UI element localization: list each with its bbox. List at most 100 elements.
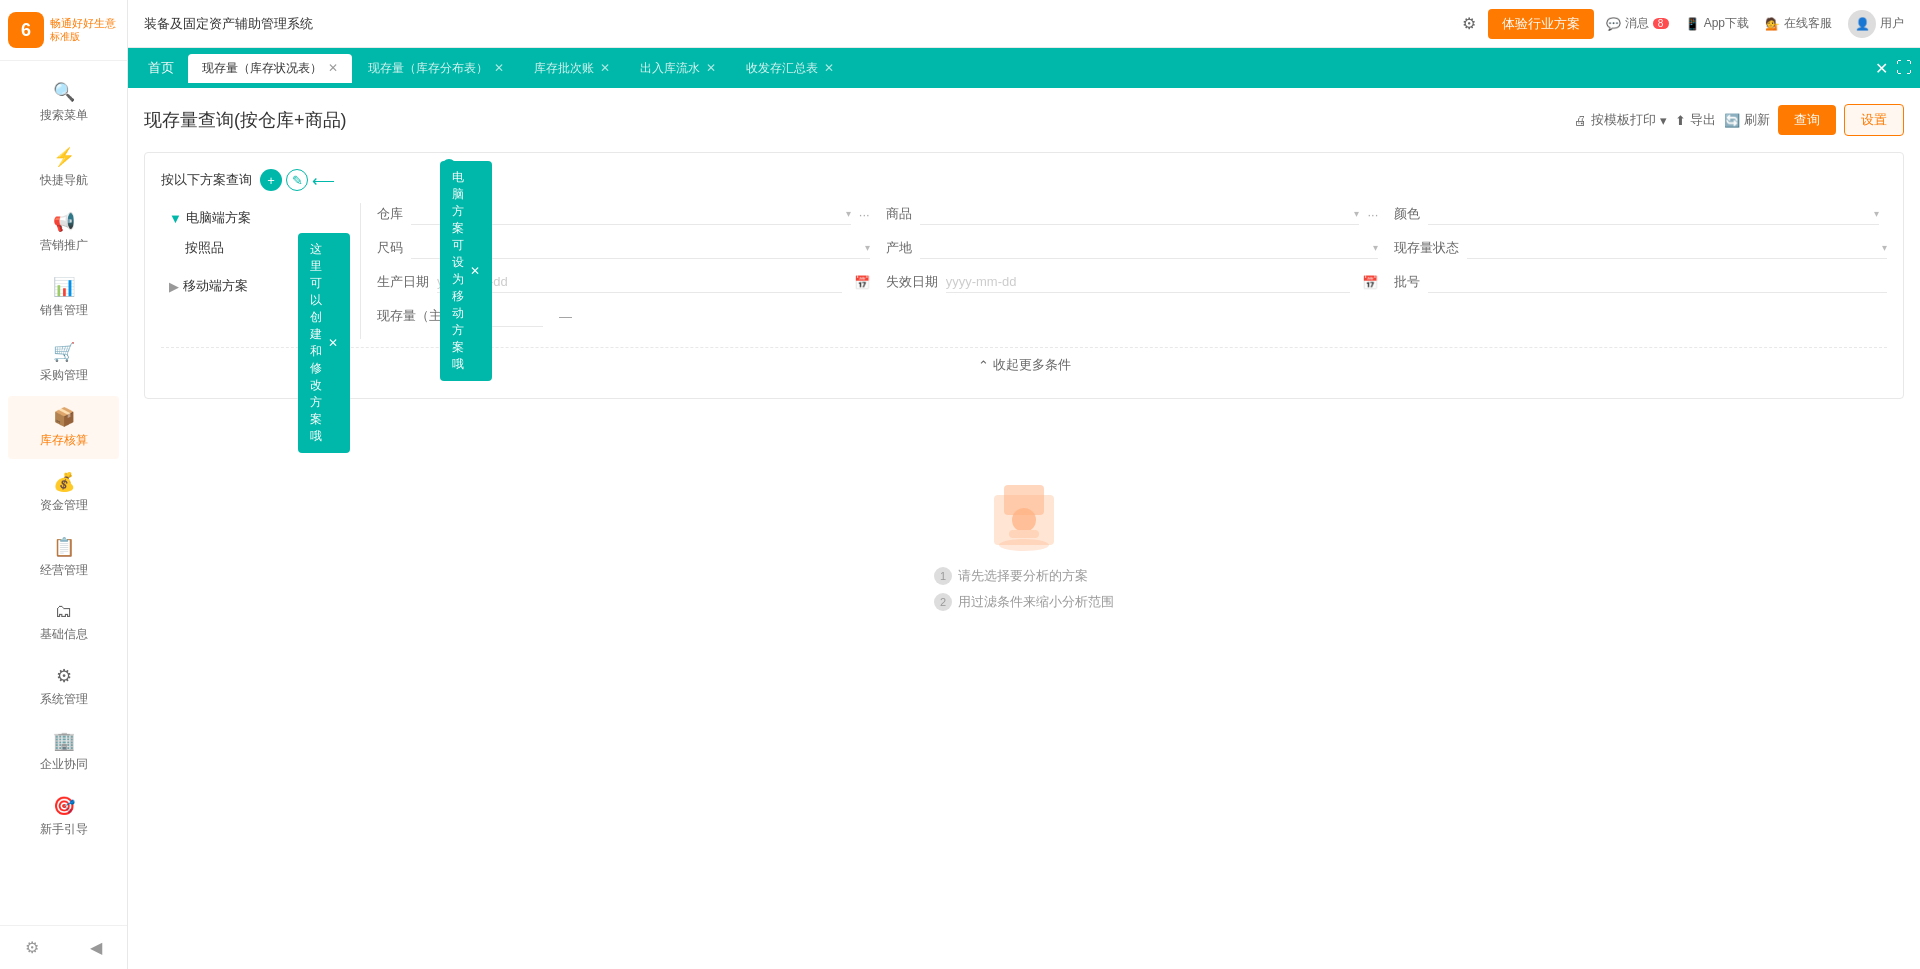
export-button[interactable]: ⬆ 导出 [1675,111,1716,129]
edit-scheme-button[interactable]: ✎ [286,169,308,191]
svg-point-2 [1012,508,1036,532]
sidebar-item-operation[interactable]: 📋 经营管理 [8,526,119,589]
more-icon[interactable]: ··· [1367,207,1378,222]
tab-close-icon[interactable]: ✕ [706,61,716,75]
produce-date-input-wrap [437,271,842,293]
sidebar: 6 畅通好好生意 标准版 🔍 搜索菜单 ⚡ 快捷导航 📢 营销推广 📊 销售管理… [0,0,128,969]
user-label: 用户 [1880,15,1904,32]
sidebar-item-label: 系统管理 [40,691,88,708]
svg-point-4 [999,539,1049,551]
marketing-icon: 📢 [53,211,75,233]
batch-input[interactable] [1428,274,1887,289]
goods-select-wrap [920,203,1360,225]
sidebar-item-finance[interactable]: 💰 资金管理 [8,461,119,524]
tab-close-icon[interactable]: ✕ [600,61,610,75]
tab-label: 收发存汇总表 [746,60,818,77]
stock-status-label: 现存量状态 [1394,239,1459,257]
batch-input-wrap [1428,271,1887,293]
sidebar-item-label: 新手引导 [40,821,88,838]
bottom-settings-icon[interactable]: ⚙ [25,938,39,957]
tab-close-icon[interactable]: ✕ [328,61,338,75]
message-badge: 8 [1653,18,1669,29]
sidebar-item-marketing[interactable]: 📢 营销推广 [8,201,119,264]
trial-button[interactable]: 体验行业方案 [1488,9,1594,39]
tab-close-icon[interactable]: ✕ [494,61,504,75]
calendar-icon[interactable]: 📅 [854,275,870,290]
online-support-button[interactable]: 💁 在线客服 [1765,15,1832,32]
expire-date-input[interactable] [946,274,1351,289]
page-title-bar: 现存量查询(按仓库+商品) 🖨 按模板打印 ▾ ⬆ 导出 🔄 刷新 查询 设置 [144,104,1904,136]
search-icon: 🔍 [53,81,75,103]
sidebar-item-label: 销售管理 [40,302,88,319]
scheme-sub-label: 按照品 [185,239,224,257]
settings-button[interactable]: 设置 [1844,104,1904,136]
sidebar-item-system[interactable]: ⚙ 系统管理 [8,655,119,718]
produce-date-input[interactable] [437,274,842,289]
avatar: 👤 [1848,10,1876,38]
tooltip-close-icon[interactable]: ✕ [328,336,338,350]
stock-status-select[interactable] [1467,240,1887,255]
sidebar-item-purchase[interactable]: 🛒 采购管理 [8,331,119,394]
sidebar-item-enterprise[interactable]: 🏢 企业协同 [8,720,119,783]
sidebar-item-label: 基础信息 [40,626,88,643]
scheme-item-pc[interactable]: ▼ 电脑端方案 [161,203,348,233]
sales-icon: 📊 [53,276,75,298]
color-select[interactable] [1428,206,1879,221]
page-content: 现存量查询(按仓库+商品) 🖨 按模板打印 ▾ ⬆ 导出 🔄 刷新 查询 设置 [128,88,1920,969]
sidebar-item-basic[interactable]: 🗂 基础信息 [8,591,119,653]
range-dash: — [559,309,572,324]
page-title: 现存量查询(按仓库+商品) [144,108,347,132]
user-menu[interactable]: 👤 用户 [1848,10,1904,38]
add-scheme-button[interactable]: + [260,169,282,191]
chevron-down-icon: ▾ [1660,113,1667,128]
app-download-button[interactable]: 📱 App下载 [1685,15,1749,32]
batch-label: 批号 [1394,273,1420,291]
operation-icon: 📋 [53,536,75,558]
tab-in-out-flow[interactable]: 出入库流水 ✕ [626,54,730,83]
message-icon: 💬 [1606,17,1621,31]
print-button[interactable]: 🖨 按模板打印 ▾ [1574,111,1667,129]
sidebar-item-guide[interactable]: 🎯 新手引导 [8,785,119,848]
sidebar-item-inventory[interactable]: 📦 库存核算 [8,396,119,459]
sidebar-item-search[interactable]: 🔍 搜索菜单 [8,71,119,134]
tab-close-icon[interactable]: ✕ [824,61,834,75]
sidebar-bottom: ⚙ ◀ [0,925,127,969]
tab-label: 现存量（库存分布表） [368,60,488,77]
tab-inventory-dist[interactable]: 现存量（库存分布表） ✕ [354,54,518,83]
tab-batch-ledger[interactable]: 库存批次账 ✕ [520,54,624,83]
back-button[interactable]: ⟵ [312,169,334,191]
messages-button[interactable]: 💬 消息 8 [1606,15,1669,32]
filter-row-1: 仓库 ··· 商品 [377,203,1887,225]
tab-inventory-status[interactable]: 现存量（库存状况表） ✕ [188,54,352,83]
more-icon[interactable]: ··· [859,207,870,222]
tab-home[interactable]: 首页 [136,53,186,83]
query-header: 按以下方案查询 + ✎ ⟵ [161,169,1887,191]
export-icon: ⬆ [1675,113,1686,128]
filter-color: 颜色 [1394,203,1887,225]
sidebar-item-label: 搜索菜单 [40,107,88,124]
tab-close-all-icon[interactable]: ✕ [1875,59,1888,78]
calendar-icon[interactable]: 📅 [1362,275,1378,290]
finance-icon: 💰 [53,471,75,493]
warehouse-label: 仓库 [377,205,403,223]
sidebar-item-quick[interactable]: ⚡ 快捷导航 [8,136,119,199]
refresh-button[interactable]: 🔄 刷新 [1724,111,1770,129]
query-button[interactable]: 查询 [1778,105,1836,135]
sidebar-collapse-icon[interactable]: ◀ [90,938,102,957]
origin-select[interactable] [920,240,1379,255]
filter-stock-status: 现存量状态 [1394,237,1887,259]
sidebar-item-sales[interactable]: 📊 销售管理 [8,266,119,329]
tooltip-close-icon[interactable]: ✕ [470,264,480,278]
tab-recv-summary[interactable]: 收发存汇总表 ✕ [732,54,848,83]
collapse-more-button[interactable]: ⌃ 收起更多条件 [161,347,1887,382]
support-label: 在线客服 [1784,15,1832,32]
filter-row-2: 尺码 产地 [377,237,1887,259]
tab-maximize-icon[interactable]: ⛶ [1896,59,1912,78]
tab-label: 出入库流水 [640,60,700,77]
step-1-num: 1 [934,567,952,585]
page-actions: 🖨 按模板打印 ▾ ⬆ 导出 🔄 刷新 查询 设置 [1574,104,1904,136]
header-settings-icon[interactable]: ⚙ [1462,14,1476,33]
sidebar-item-label: 资金管理 [40,497,88,514]
goods-select[interactable] [920,206,1360,221]
inventory-icon: 📦 [53,406,75,428]
